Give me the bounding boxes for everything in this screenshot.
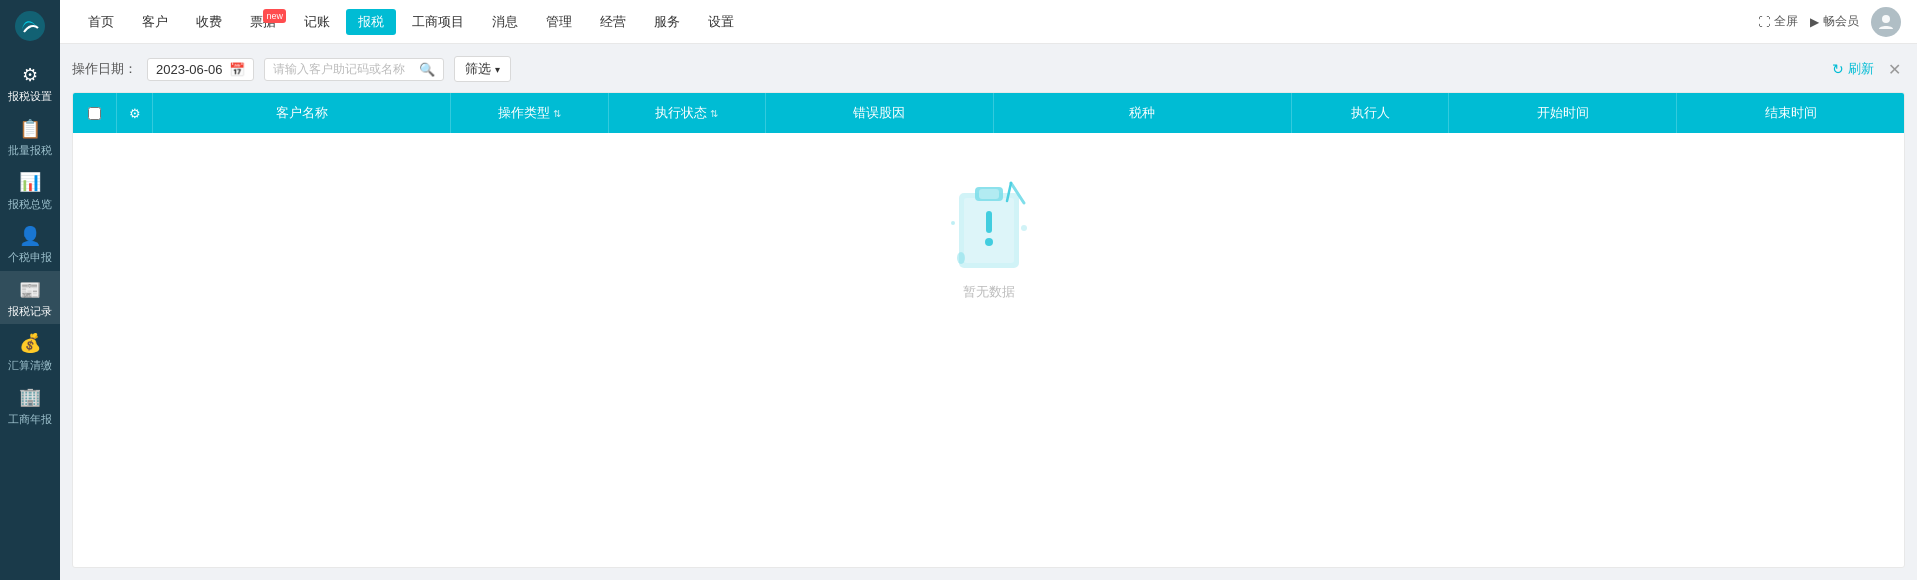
fullscreen-btn[interactable]: ⛶ 全屏 xyxy=(1758,13,1798,30)
date-value: 2023-06-06 xyxy=(156,62,223,77)
toolbar: 操作日期： 2023-06-06 📅 🔍 筛选 ▾ ↻ 刷新 ✕ xyxy=(72,56,1905,82)
svg-point-12 xyxy=(951,221,955,225)
personal-tax-icon: 👤 xyxy=(19,225,41,248)
date-label: 操作日期： xyxy=(72,60,137,78)
sidebar-item-tax-overview[interactable]: 📊 报税总览 xyxy=(0,163,60,217)
user-avatar[interactable] xyxy=(1871,7,1901,37)
nav-messages[interactable]: 消息 xyxy=(480,9,530,35)
topbar-right: ⛶ 全屏 ▶ 畅会员 xyxy=(1758,7,1901,37)
search-icon[interactable]: 🔍 xyxy=(419,62,435,77)
chevron-down-icon: ▾ xyxy=(495,64,500,75)
sidebar-item-personal-tax[interactable]: 👤 个税申报 xyxy=(0,217,60,271)
fullscreen-label: 全屏 xyxy=(1774,13,1798,30)
nav-customer[interactable]: 客户 xyxy=(130,9,180,35)
settings-icon: ⚙ xyxy=(129,106,141,121)
th-error-label: 错误股因 xyxy=(853,104,905,122)
empty-state: 暂无数据 xyxy=(73,133,1904,341)
th-taxtype: 税种 xyxy=(994,93,1292,133)
sidebar-item-tax-settings-label: 报税设置 xyxy=(8,89,52,103)
th-optype[interactable]: 操作类型 ⇅ xyxy=(451,93,609,133)
optype-sort-icon: ⇅ xyxy=(553,108,561,119)
th-executor: 执行人 xyxy=(1292,93,1450,133)
sidebar-item-settlement-label: 汇算清缴 xyxy=(8,358,52,372)
calendar-icon: 📅 xyxy=(229,62,245,77)
th-endtime: 结束时间 xyxy=(1677,93,1904,133)
app-logo[interactable] xyxy=(12,8,48,44)
tax-settings-icon: ⚙ xyxy=(22,64,38,87)
th-optype-label: 操作类型 xyxy=(498,104,550,122)
table-body: 暂无数据 xyxy=(73,133,1904,567)
th-status-label: 执行状态 xyxy=(655,104,707,122)
topbar: 首页 客户 收费 票据 new 记账 报税 工商项目 消息 管理 经营 服务 设… xyxy=(60,0,1917,44)
top-nav: 首页 客户 收费 票据 new 记账 报税 工商项目 消息 管理 经营 服务 设… xyxy=(76,9,1758,35)
refresh-label: 刷新 xyxy=(1848,60,1874,78)
empty-text: 暂无数据 xyxy=(963,283,1015,301)
sidebar-item-annual-report-label: 工商年报 xyxy=(8,412,52,426)
sidebar-item-tax-records-label: 报税记录 xyxy=(8,304,52,318)
svg-point-11 xyxy=(1021,225,1027,231)
settlement-icon: 💰 xyxy=(19,332,41,355)
empty-illustration xyxy=(939,173,1039,283)
th-executor-label: 执行人 xyxy=(1351,104,1390,122)
th-starttime-label: 开始时间 xyxy=(1537,104,1589,122)
nav-accounts[interactable]: 记账 xyxy=(292,9,342,35)
th-client-label: 客户名称 xyxy=(276,104,328,122)
th-status[interactable]: 执行状态 ⇅ xyxy=(609,93,767,133)
nav-invoice[interactable]: 票据 new xyxy=(238,9,288,35)
nav-home[interactable]: 首页 xyxy=(76,9,126,35)
nav-industrial[interactable]: 工商项目 xyxy=(400,9,476,35)
th-settings[interactable]: ⚙ xyxy=(117,93,153,133)
filter-button[interactable]: 筛选 ▾ xyxy=(454,56,511,82)
nav-operations[interactable]: 经营 xyxy=(588,9,638,35)
th-taxtype-label: 税种 xyxy=(1129,104,1155,122)
sidebar-item-batch-tax-label: 批量报税 xyxy=(8,143,52,157)
th-client: 客户名称 xyxy=(153,93,451,133)
nav-services[interactable]: 服务 xyxy=(642,9,692,35)
svg-point-10 xyxy=(957,252,965,264)
annual-report-icon: 🏢 xyxy=(19,386,41,409)
sidebar-item-settlement[interactable]: 💰 汇算清缴 xyxy=(0,324,60,378)
status-sort-icon: ⇅ xyxy=(710,108,718,119)
select-all-checkbox[interactable] xyxy=(88,107,101,120)
close-button[interactable]: ✕ xyxy=(1884,58,1905,81)
search-box: 🔍 xyxy=(264,58,444,81)
sidebar-item-tax-settings[interactable]: ⚙ 报税设置 xyxy=(0,56,60,110)
nav-billing[interactable]: 收费 xyxy=(184,9,234,35)
th-endtime-label: 结束时间 xyxy=(1765,104,1817,122)
filter-label: 筛选 xyxy=(465,60,491,78)
member-label: 畅会员 xyxy=(1823,13,1859,30)
sidebar: ⚙ 报税设置 📋 批量报税 📊 报税总览 👤 个税申报 📰 报税记录 💰 汇算清… xyxy=(0,0,60,580)
member-btn[interactable]: ▶ 畅会员 xyxy=(1810,13,1859,30)
member-icon: ▶ xyxy=(1810,15,1819,29)
new-badge: new xyxy=(263,9,286,23)
svg-point-7 xyxy=(985,238,993,246)
th-checkbox[interactable] xyxy=(73,93,117,133)
th-starttime: 开始时间 xyxy=(1449,93,1677,133)
main-area: 首页 客户 收费 票据 new 记账 报税 工商项目 消息 管理 经营 服务 设… xyxy=(60,0,1917,580)
tax-overview-icon: 📊 xyxy=(19,171,41,194)
table-header: ⚙ 客户名称 操作类型 ⇅ 执行状态 ⇅ 错误股因 税种 xyxy=(73,93,1904,133)
date-picker[interactable]: 2023-06-06 📅 xyxy=(147,58,254,81)
content-area: 操作日期： 2023-06-06 📅 🔍 筛选 ▾ ↻ 刷新 ✕ xyxy=(60,44,1917,580)
batch-tax-icon: 📋 xyxy=(19,118,41,141)
sidebar-item-annual-report[interactable]: 🏢 工商年报 xyxy=(0,378,60,432)
table-container: ⚙ 客户名称 操作类型 ⇅ 执行状态 ⇅ 错误股因 税种 xyxy=(72,92,1905,568)
sidebar-item-tax-overview-label: 报税总览 xyxy=(8,197,52,211)
tax-records-icon: 📰 xyxy=(19,279,41,302)
nav-management[interactable]: 管理 xyxy=(534,9,584,35)
sidebar-item-tax-records[interactable]: 📰 报税记录 xyxy=(0,271,60,325)
refresh-button[interactable]: ↻ 刷新 xyxy=(1832,60,1874,78)
svg-rect-5 xyxy=(979,189,999,199)
nav-settings[interactable]: 设置 xyxy=(696,9,746,35)
th-error: 错误股因 xyxy=(766,93,994,133)
svg-rect-6 xyxy=(986,211,992,233)
nav-tax-report[interactable]: 报税 xyxy=(346,9,396,35)
svg-point-1 xyxy=(1882,15,1890,23)
search-input[interactable] xyxy=(273,62,413,76)
sidebar-item-batch-tax[interactable]: 📋 批量报税 xyxy=(0,110,60,164)
sidebar-item-personal-tax-label: 个税申报 xyxy=(8,250,52,264)
fullscreen-icon: ⛶ xyxy=(1758,15,1770,29)
refresh-icon: ↻ xyxy=(1832,61,1844,77)
